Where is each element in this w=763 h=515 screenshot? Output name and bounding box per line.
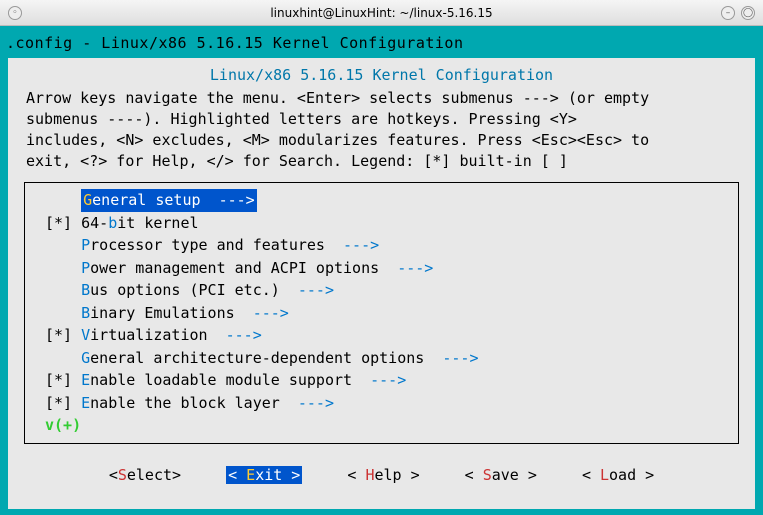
exit-button[interactable]: < Exit > xyxy=(226,466,302,484)
window-menu-icon[interactable]: ◦ xyxy=(8,6,22,20)
window-title: linuxhint@LinuxHint: ~/linux-5.16.15 xyxy=(270,6,492,20)
maximize-icon[interactable]: ◯ xyxy=(741,6,755,20)
menu-item-general-arch[interactable]: General architecture-dependent options -… xyxy=(25,347,738,370)
menu-item-loadable-modules[interactable]: [*] Enable loadable module support ---> xyxy=(25,369,738,392)
help-text: Arrow keys navigate the menu. <Enter> se… xyxy=(8,88,755,172)
menu-item-power-management[interactable]: Power management and ACPI options ---> xyxy=(25,257,738,280)
menu-item-bus-options[interactable]: Bus options (PCI etc.) ---> xyxy=(25,279,738,302)
menu-item-binary-emulations[interactable]: Binary Emulations ---> xyxy=(25,302,738,325)
box-title: Linux/x86 5.16.15 Kernel Configuration xyxy=(8,66,755,84)
menu-item-general-setup[interactable]: General setup ---> xyxy=(25,189,738,212)
menu-item-64bit-kernel[interactable]: [*] 64-bit kernel xyxy=(25,212,738,235)
menu-item-block-layer[interactable]: [*] Enable the block layer ---> xyxy=(25,392,738,415)
minimize-icon[interactable]: – xyxy=(721,6,735,20)
window-titlebar: ◦ linuxhint@LinuxHint: ~/linux-5.16.15 –… xyxy=(0,0,763,26)
menu-item-processor-type[interactable]: Processor type and features ---> xyxy=(25,234,738,257)
button-row: <Select> < Exit > < Help > < Save > < Lo… xyxy=(8,444,755,484)
menu-item-virtualization[interactable]: [*] Virtualization ---> xyxy=(25,324,738,347)
save-button[interactable]: < Save > xyxy=(465,466,537,484)
menu-box: General setup ---> [*] 64-bit kernel Pro… xyxy=(24,182,739,444)
load-button[interactable]: < Load > xyxy=(582,466,654,484)
scroll-indicator-down: v(+) xyxy=(25,414,738,437)
help-button[interactable]: < Help > xyxy=(347,466,419,484)
terminal-area: .config - Linux/x86 5.16.15 Kernel Confi… xyxy=(0,26,763,515)
select-button[interactable]: <Select> xyxy=(109,466,181,484)
main-config-box: Linux/x86 5.16.15 Kernel Configuration A… xyxy=(8,58,755,509)
config-title: .config - Linux/x86 5.16.15 Kernel Confi… xyxy=(0,26,763,54)
